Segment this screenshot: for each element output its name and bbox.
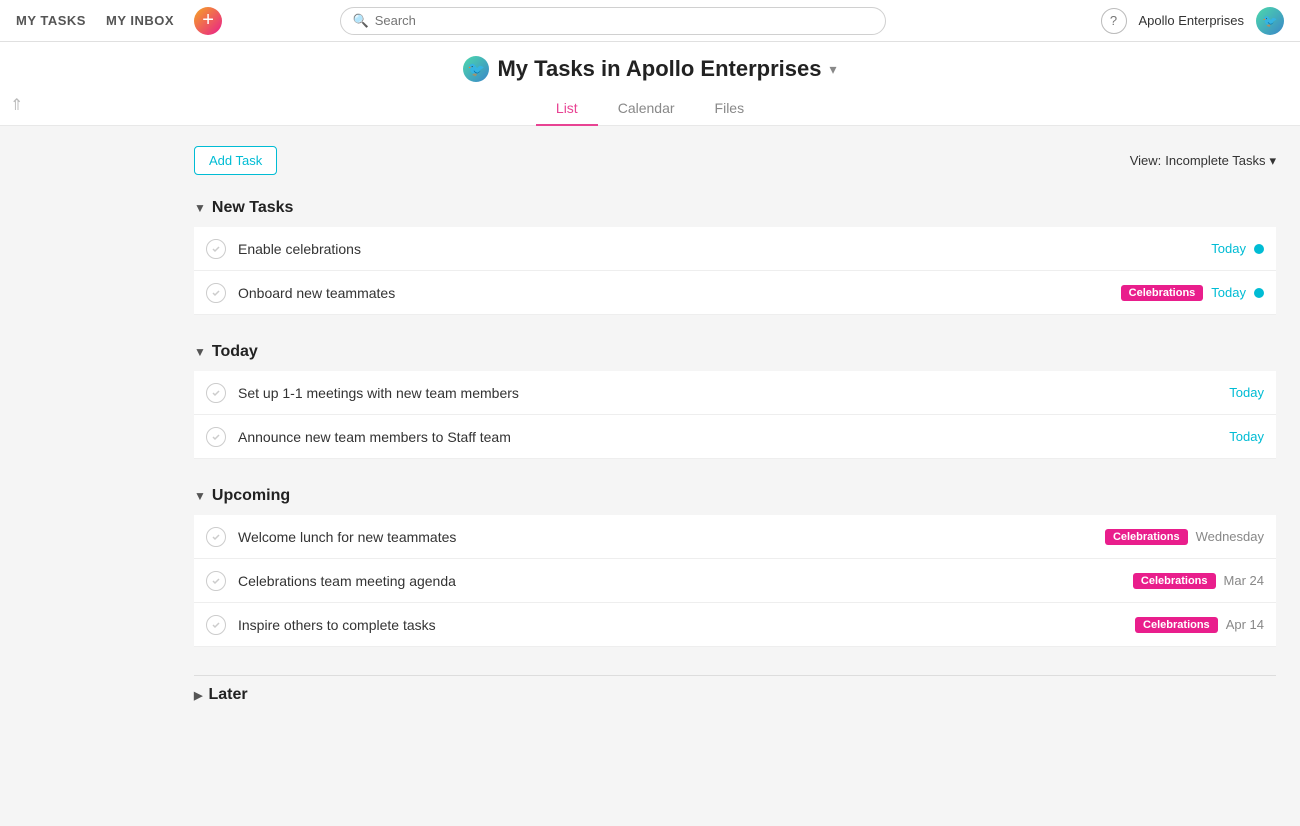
view-label: View: <box>1130 153 1162 168</box>
task-meta: Today <box>1211 241 1264 256</box>
task-label: Announce new team members to Staff team <box>238 429 1221 445</box>
nav-my-inbox[interactable]: MY INBOX <box>106 9 174 32</box>
task-checkbox[interactable] <box>206 527 226 547</box>
task-checkbox[interactable] <box>206 571 226 591</box>
task-meta: Today <box>1229 429 1264 444</box>
task-date: Wednesday <box>1196 529 1264 544</box>
task-toolbar: Add Task View: Incomplete Tasks ▾ <box>194 146 1276 175</box>
section-new-tasks: ▼ New Tasks Enable celebrations Today On… <box>194 199 1276 315</box>
help-button[interactable]: ? <box>1101 8 1127 34</box>
nav-right: ? Apollo Enterprises 🐦 <box>1101 7 1285 35</box>
section-arrow-today: ▼ <box>194 345 206 359</box>
section-arrow-upcoming: ▼ <box>194 489 206 503</box>
task-date: Today <box>1229 429 1264 444</box>
task-label: Inspire others to complete tasks <box>238 617 1127 633</box>
add-task-button[interactable]: Add Task <box>194 146 277 175</box>
avatar-icon: 🐦 <box>1263 14 1278 28</box>
page-title-dropdown[interactable]: ▾ <box>829 61 836 78</box>
page-tabs: List Calendar Files <box>0 92 1300 125</box>
page-header: 🐦 My Tasks in Apollo Enterprises ▾ List … <box>0 42 1300 126</box>
section-header-later[interactable]: ▶ Later <box>194 675 1276 714</box>
task-date: Today <box>1229 385 1264 400</box>
task-meta: Celebrations Apr 14 <box>1135 617 1264 633</box>
task-row[interactable]: Welcome lunch for new teammates Celebrat… <box>194 515 1276 559</box>
section-header-today[interactable]: ▼ Today <box>194 343 1276 361</box>
tab-calendar[interactable]: Calendar <box>598 92 695 126</box>
page-icon: 🐦 <box>463 56 489 82</box>
nav-my-tasks[interactable]: MY TASKS <box>16 9 86 32</box>
task-meta: Today <box>1229 385 1264 400</box>
task-tag: Celebrations <box>1133 573 1216 589</box>
top-nav: MY TASKS MY INBOX + 🔍 ? Apollo Enterpris… <box>0 0 1300 42</box>
search-bar: 🔍 <box>340 7 886 35</box>
section-title-new-tasks: New Tasks <box>212 199 294 217</box>
avatar[interactable]: 🐦 <box>1256 7 1284 35</box>
check-icon <box>211 432 221 442</box>
help-icon: ? <box>1110 13 1117 28</box>
section-title-today: Today <box>212 343 258 361</box>
search-input[interactable] <box>375 13 873 28</box>
view-select[interactable]: View: Incomplete Tasks ▾ <box>1130 153 1276 169</box>
task-row[interactable]: Set up 1-1 meetings with new team member… <box>194 371 1276 415</box>
task-label: Set up 1-1 meetings with new team member… <box>238 385 1221 401</box>
task-row[interactable]: Enable celebrations Today <box>194 227 1276 271</box>
task-meta: Celebrations Mar 24 <box>1133 573 1264 589</box>
task-checkbox[interactable] <box>206 615 226 635</box>
add-button[interactable]: + <box>194 7 222 35</box>
task-label: Onboard new teammates <box>238 285 1113 301</box>
section-upcoming: ▼ Upcoming Welcome lunch for new teammat… <box>194 487 1276 647</box>
check-icon <box>211 576 221 586</box>
task-meta: Celebrations Today <box>1121 285 1264 301</box>
section-header-upcoming[interactable]: ▼ Upcoming <box>194 487 1276 505</box>
page-title: My Tasks in Apollo Enterprises <box>497 56 821 82</box>
task-label: Welcome lunch for new teammates <box>238 529 1097 545</box>
section-header-new-tasks[interactable]: ▼ New Tasks <box>194 199 1276 217</box>
tab-list[interactable]: List <box>536 92 598 126</box>
section-arrow-new-tasks: ▼ <box>194 201 206 215</box>
check-icon <box>211 532 221 542</box>
task-tag: Celebrations <box>1121 285 1204 301</box>
dot-indicator <box>1254 244 1264 254</box>
check-icon <box>211 244 221 254</box>
task-checkbox[interactable] <box>206 383 226 403</box>
plus-icon: + <box>202 10 214 30</box>
task-date: Mar 24 <box>1224 573 1264 588</box>
task-area: Add Task View: Incomplete Tasks ▾ ▼ New … <box>170 126 1300 826</box>
page-title-row: 🐦 My Tasks in Apollo Enterprises ▾ <box>0 56 1300 82</box>
task-row[interactable]: Inspire others to complete tasks Celebra… <box>194 603 1276 647</box>
task-tag: Celebrations <box>1105 529 1188 545</box>
task-row[interactable]: Celebrations team meeting agenda Celebra… <box>194 559 1276 603</box>
page-icon-glyph: 🐦 <box>468 61 485 78</box>
left-sidebar: ⇑ <box>0 126 170 826</box>
company-name: Apollo Enterprises <box>1139 13 1245 28</box>
dot-indicator <box>1254 288 1264 298</box>
section-title-upcoming: Upcoming <box>212 487 290 505</box>
tab-files[interactable]: Files <box>695 92 765 126</box>
task-checkbox[interactable] <box>206 283 226 303</box>
task-tag: Celebrations <box>1135 617 1218 633</box>
section-title-later: Later <box>208 686 247 704</box>
section-today: ▼ Today Set up 1-1 meetings with new tea… <box>194 343 1276 459</box>
task-date: Today <box>1211 285 1246 300</box>
task-checkbox[interactable] <box>206 239 226 259</box>
task-meta: Celebrations Wednesday <box>1105 529 1264 545</box>
check-icon <box>211 288 221 298</box>
task-checkbox[interactable] <box>206 427 226 447</box>
task-row[interactable]: Announce new team members to Staff team … <box>194 415 1276 459</box>
search-icon: 🔍 <box>353 13 369 29</box>
view-value: Incomplete Tasks <box>1165 153 1265 168</box>
task-row[interactable]: Onboard new teammates Celebrations Today <box>194 271 1276 315</box>
section-arrow-later: ▶ <box>194 689 202 702</box>
check-icon <box>211 620 221 630</box>
check-icon <box>211 388 221 398</box>
task-label: Enable celebrations <box>238 241 1203 257</box>
task-date: Apr 14 <box>1226 617 1264 632</box>
task-date: Today <box>1211 241 1246 256</box>
task-label: Celebrations team meeting agenda <box>238 573 1125 589</box>
main-content: ⇑ Add Task View: Incomplete Tasks ▾ ▼ Ne… <box>0 126 1300 826</box>
view-arrow: ▾ <box>1269 153 1276 169</box>
